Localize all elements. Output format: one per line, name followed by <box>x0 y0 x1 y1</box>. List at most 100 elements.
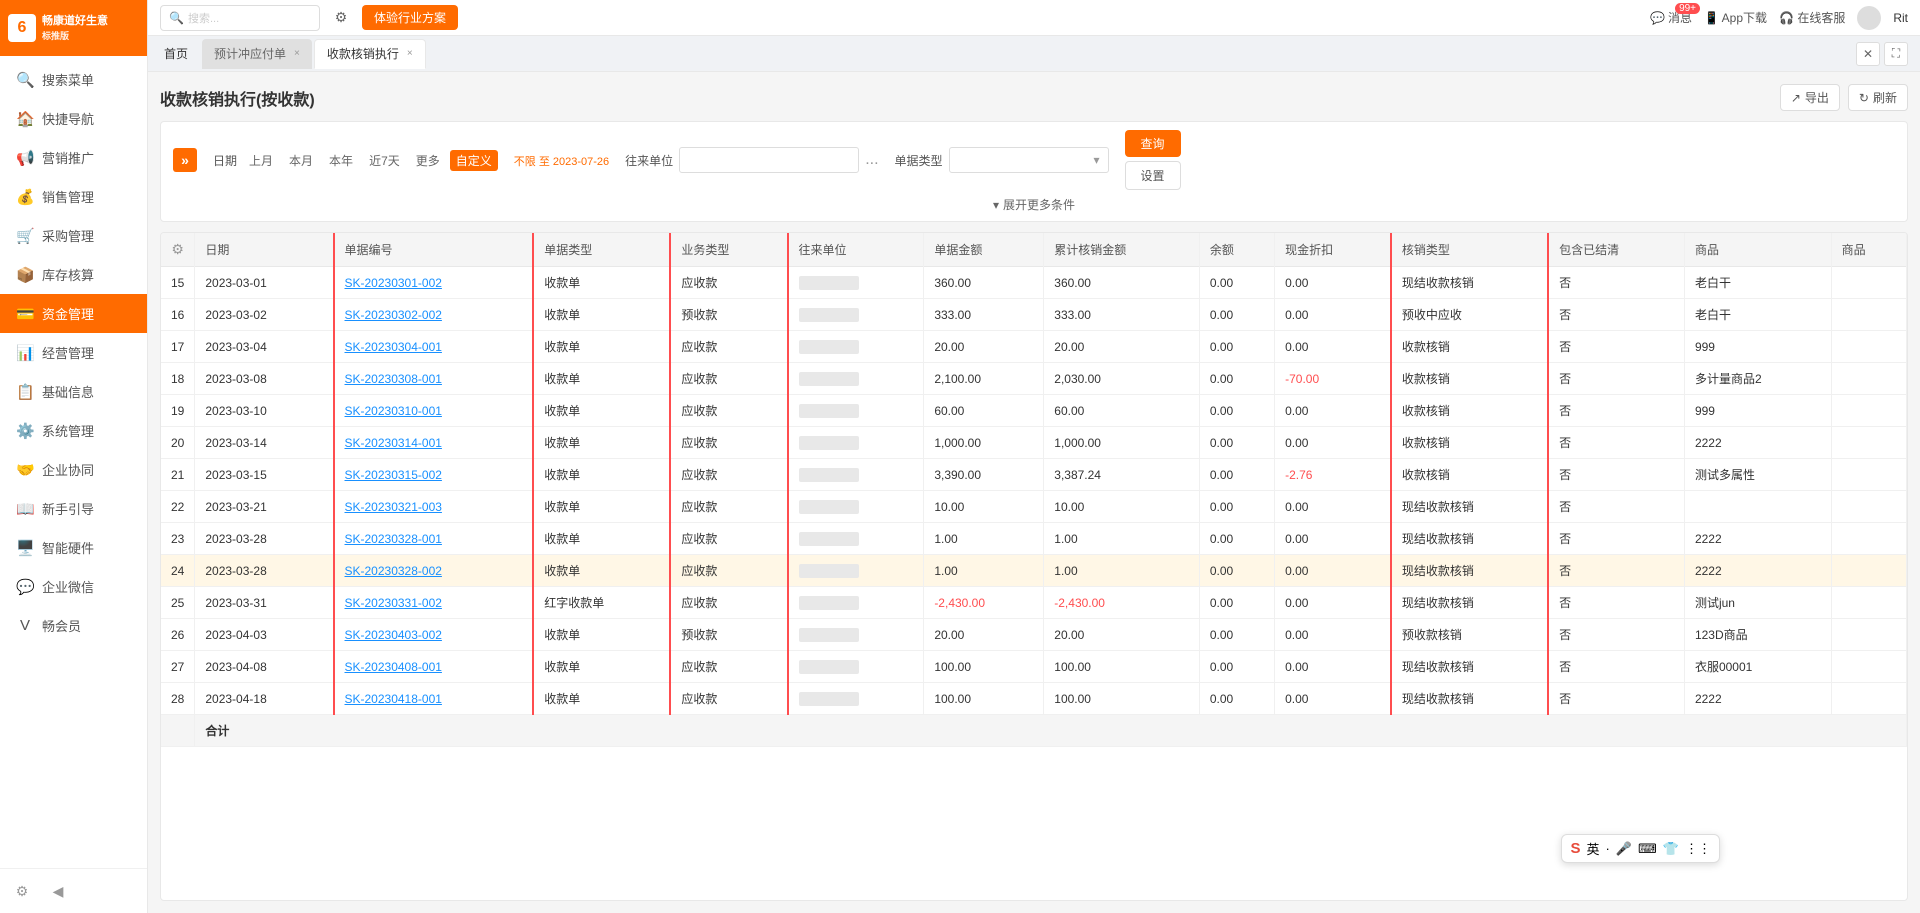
doc-link[interactable]: SK-20230301-002 <box>345 276 442 290</box>
sidebar-item-search[interactable]: 🔍搜索菜单 <box>0 60 147 99</box>
app-download-link[interactable]: 📱 App下载 <box>1704 9 1767 26</box>
cell-partner <box>788 427 924 459</box>
sidebar-settings-btn[interactable]: ⚙ <box>8 877 36 905</box>
date-opt-7days[interactable]: 近7天 <box>363 150 406 171</box>
doc-link[interactable]: SK-20230328-002 <box>345 564 442 578</box>
sidebar-item-wechat[interactable]: 💬企业微信 <box>0 567 147 606</box>
table-row: 20 2023-03-14 SK-20230314-001 收款单 应收款 1,… <box>161 427 1907 459</box>
tab-prepay[interactable]: 预计冲应付单 × <box>202 39 312 69</box>
cell-wotype: 收款核销 <box>1391 363 1548 395</box>
query-button[interactable]: 查询 <box>1125 130 1181 157</box>
cell-biztype: 应收款 <box>670 395 787 427</box>
cell-total-label: 合计 <box>195 715 1907 747</box>
cell-biztype: 应收款 <box>670 331 787 363</box>
solution-button[interactable]: 体验行业方案 <box>362 5 458 30</box>
cell-no: 15 <box>161 267 195 299</box>
tab-receipt[interactable]: 收款核销执行 × <box>314 39 426 69</box>
sidebar-item-marketing[interactable]: 📢营销推广 <box>0 138 147 177</box>
doc-link[interactable]: SK-20230304-001 <box>345 340 442 354</box>
close-window-btn[interactable]: ✕ <box>1856 42 1880 66</box>
search-box[interactable]: 🔍 搜索... <box>160 5 320 31</box>
gear-icon[interactable]: ⚙ <box>328 5 354 31</box>
expand-more-btn[interactable]: ▾ 展开更多条件 <box>173 196 1895 213</box>
cell-doctype: 收款单 <box>533 459 670 491</box>
sidebar-item-guide[interactable]: 📖新手引导 <box>0 489 147 528</box>
tab-receipt-close[interactable]: × <box>407 48 413 59</box>
doc-link[interactable]: SK-20230310-001 <box>345 404 442 418</box>
sidebar-item-operation[interactable]: 📊经营管理 <box>0 333 147 372</box>
message-badge[interactable]: 💬 消息 99+ <box>1650 9 1692 26</box>
table-settings-icon[interactable]: ⚙ <box>171 241 184 257</box>
cell-date: 2023-03-28 <box>195 555 334 587</box>
mobile-icon: 📱 <box>1704 11 1719 25</box>
date-opt-more[interactable]: 更多 <box>410 150 446 171</box>
date-opt-thisyear[interactable]: 本年 <box>323 150 359 171</box>
cell-goods2 <box>1831 619 1906 651</box>
sidebar-item-basic[interactable]: 📋基础信息 <box>0 372 147 411</box>
date-custom-btn[interactable]: 自定义 <box>450 150 498 171</box>
filter-settings-button[interactable]: 设置 <box>1125 161 1181 190</box>
ime-apps-icon[interactable]: ⋮⋮ <box>1685 841 1711 857</box>
export-button[interactable]: ↗ 导出 <box>1780 84 1840 111</box>
tab-home[interactable]: 首页 <box>152 39 200 69</box>
cell-docno: SK-20230328-001 <box>334 523 534 555</box>
date-opt-thismonth[interactable]: 本月 <box>283 150 319 171</box>
ime-dot: · <box>1606 841 1610 856</box>
refresh-button[interactable]: ↻ 刷新 <box>1848 84 1908 111</box>
cell-balance: 0.00 <box>1199 427 1274 459</box>
ime-keyboard-icon[interactable]: ⌨ <box>1638 841 1657 857</box>
cell-included: 否 <box>1548 363 1684 395</box>
sidebar-item-corp[interactable]: 🤝企业协同 <box>0 450 147 489</box>
doc-link[interactable]: SK-20230408-001 <box>345 660 442 674</box>
sidebar-item-hardware[interactable]: 🖥️智能硬件 <box>0 528 147 567</box>
cell-balance: 0.00 <box>1199 267 1274 299</box>
doc-link[interactable]: SK-20230314-001 <box>345 436 442 450</box>
col-settings[interactable]: ⚙ <box>161 233 195 267</box>
doctype-select[interactable]: ▾ <box>949 147 1109 173</box>
doc-link[interactable]: SK-20230302-002 <box>345 308 442 322</box>
cell-docno: SK-20230301-002 <box>334 267 534 299</box>
sidebar-item-quick[interactable]: 🏠快捷导航 <box>0 99 147 138</box>
username: Rit <box>1893 11 1908 25</box>
date-opt-lastmonth[interactable]: 上月 <box>243 150 279 171</box>
cell-amount: 10.00 <box>924 491 1044 523</box>
cell-docno: SK-20230310-001 <box>334 395 534 427</box>
ime-shirt-icon[interactable]: 👕 <box>1663 841 1679 857</box>
cell-wotype: 收款核销 <box>1391 459 1548 491</box>
doc-link[interactable]: SK-20230328-001 <box>345 532 442 546</box>
cell-date: 2023-03-14 <box>195 427 334 459</box>
sidebar-item-purchase[interactable]: 🛒采购管理 <box>0 216 147 255</box>
ime-mic-icon[interactable]: 🎤 <box>1616 841 1632 857</box>
doc-link[interactable]: SK-20230315-002 <box>345 468 442 482</box>
filter-expand-btn[interactable]: » <box>173 148 197 172</box>
cell-goods2 <box>1831 363 1906 395</box>
cell-writeoff: 1.00 <box>1044 555 1200 587</box>
sidebar-label-sales: 销售管理 <box>42 187 94 206</box>
sidebar-item-vip[interactable]: V畅会员 <box>0 606 147 645</box>
doc-link[interactable]: SK-20230418-001 <box>345 692 442 706</box>
tab-prepay-close[interactable]: × <box>294 48 300 59</box>
expand-window-btn[interactable]: ⛶ <box>1884 42 1908 66</box>
cell-date: 2023-04-03 <box>195 619 334 651</box>
col-date: 日期 <box>195 233 334 267</box>
doc-link[interactable]: SK-20230308-001 <box>345 372 442 386</box>
doc-link[interactable]: SK-20230331-002 <box>345 596 442 610</box>
user-avatar[interactable] <box>1857 6 1881 30</box>
doc-link[interactable]: SK-20230321-003 <box>345 500 442 514</box>
cell-wotype: 现结收款核销 <box>1391 523 1548 555</box>
table-row: 合计 <box>161 715 1907 747</box>
sidebar-item-system[interactable]: ⚙️系统管理 <box>0 411 147 450</box>
search-placeholder: 搜索... <box>188 10 219 26</box>
sidebar-item-finance[interactable]: 💳资金管理 <box>0 294 147 333</box>
table-row: 18 2023-03-08 SK-20230308-001 收款单 应收款 2,… <box>161 363 1907 395</box>
doc-link[interactable]: SK-20230403-002 <box>345 628 442 642</box>
partner-input[interactable] <box>679 147 859 173</box>
sidebar-item-sales[interactable]: 💰销售管理 <box>0 177 147 216</box>
online-service-link[interactable]: 🎧 在线客服 <box>1779 9 1845 26</box>
cell-no: 28 <box>161 683 195 715</box>
cell-no: 25 <box>161 587 195 619</box>
sidebar-collapse-btn[interactable]: ◀ <box>44 877 72 905</box>
sidebar-item-inventory[interactable]: 📦库存核算 <box>0 255 147 294</box>
cell-amount: 20.00 <box>924 619 1044 651</box>
partner-ellipsis[interactable]: ... <box>865 151 878 169</box>
